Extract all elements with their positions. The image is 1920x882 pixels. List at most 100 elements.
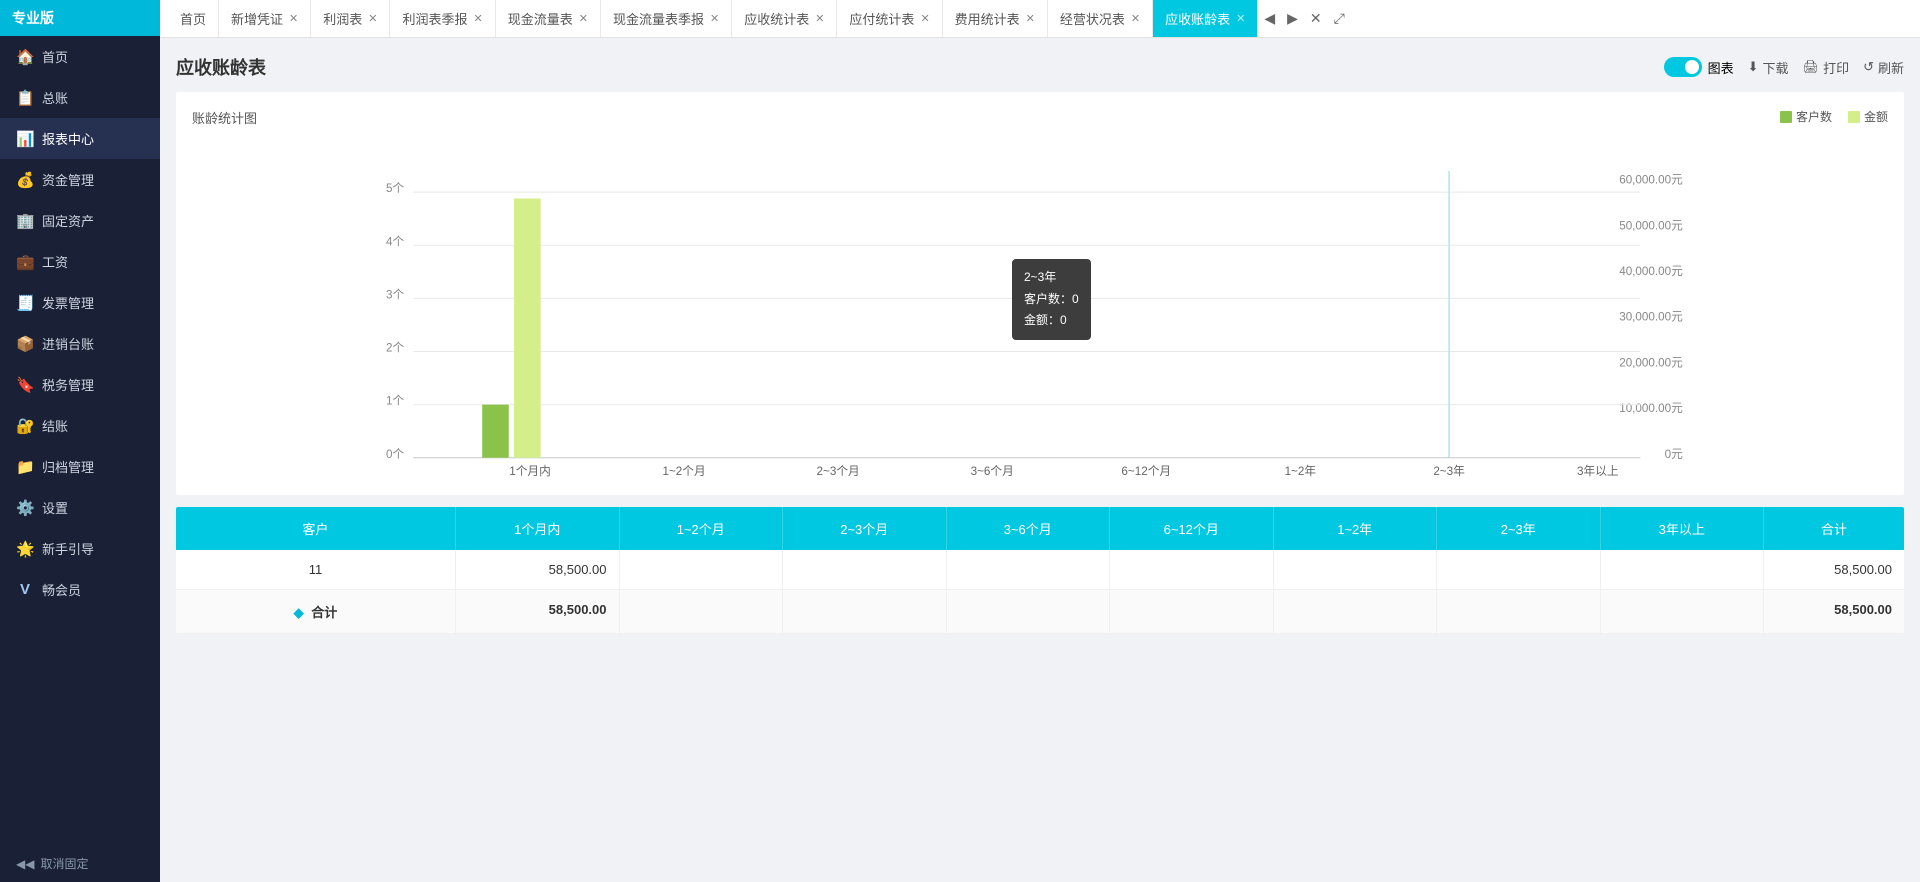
tab-profit[interactable]: 利润表 ✕ bbox=[311, 0, 390, 38]
td-total-m1: 58,500.00 bbox=[456, 590, 620, 633]
sidebar-item-archive[interactable]: 📁 归档管理 bbox=[0, 446, 160, 487]
tab-aging-close[interactable]: ✕ bbox=[1236, 12, 1245, 25]
chart-legend: 客户数 金额 bbox=[1780, 108, 1888, 125]
sidebar-item-label: 报表中心 bbox=[42, 129, 94, 148]
print-btn[interactable]: 🖨 打印 bbox=[1803, 58, 1850, 77]
page-content: 应收账龄表 图表 ⬇ 下载 🖨 打印 ↺ 刷新 bbox=[160, 38, 1920, 882]
bar-chart: 0个 1个 2个 3个 4个 5个 0元 10,000.00元 20,000.0… bbox=[192, 139, 1888, 479]
refresh-btn[interactable]: ↺ 刷新 bbox=[1863, 58, 1904, 77]
refresh-icon: ↺ bbox=[1863, 59, 1874, 75]
refresh-label: 刷新 bbox=[1878, 58, 1904, 77]
svg-text:1个: 1个 bbox=[386, 395, 404, 408]
download-icon: ⬇ bbox=[1748, 59, 1759, 75]
tab-expense-stat-close[interactable]: ✕ bbox=[1026, 12, 1035, 25]
salary-icon: 💼 bbox=[16, 253, 34, 271]
tab-payable-stat-close[interactable]: ✕ bbox=[920, 12, 929, 25]
tab-expand-btn[interactable]: ⤢ bbox=[1328, 10, 1351, 27]
total-icon: ◆ bbox=[294, 605, 304, 620]
sidebar-item-guide[interactable]: 🌟 新手引导 bbox=[0, 528, 160, 569]
svg-text:2个: 2个 bbox=[386, 342, 404, 355]
tab-profit-label: 利润表 bbox=[323, 9, 362, 28]
tab-voucher[interactable]: 新增凭证 ✕ bbox=[219, 0, 311, 38]
tab-cashflow-q-close[interactable]: ✕ bbox=[710, 12, 719, 25]
svg-text:6~12个月: 6~12个月 bbox=[1121, 465, 1171, 478]
tab-aging[interactable]: 应收账龄表 ✕ bbox=[1153, 0, 1258, 38]
svg-text:3个: 3个 bbox=[386, 288, 404, 301]
tab-profit-close[interactable]: ✕ bbox=[368, 12, 377, 25]
sidebar-item-ledger[interactable]: 📋 总账 bbox=[0, 77, 160, 118]
legend-customers: 客户数 bbox=[1780, 108, 1832, 125]
tab-expense-stat[interactable]: 费用统计表 ✕ bbox=[943, 0, 1048, 38]
th-m612: 6~12个月 bbox=[1110, 507, 1274, 550]
sidebar-item-salary[interactable]: 💼 工资 bbox=[0, 241, 160, 282]
download-btn[interactable]: ⬇ 下载 bbox=[1748, 58, 1789, 77]
svg-text:3年以上: 3年以上 bbox=[1577, 464, 1619, 478]
sidebar-item-closing[interactable]: 🔐 结账 bbox=[0, 405, 160, 446]
tab-cashflow-q[interactable]: 现金流量表季报 ✕ bbox=[601, 0, 732, 38]
td-total-sum: 58,500.00 bbox=[1764, 590, 1904, 633]
tab-cashflow[interactable]: 现金流量表 ✕ bbox=[496, 0, 601, 38]
td-customer: 11 bbox=[176, 550, 456, 589]
legend-customers-dot bbox=[1780, 111, 1792, 123]
sidebar-item-settings[interactable]: ⚙️ 设置 bbox=[0, 487, 160, 528]
td-total-y3plus bbox=[1601, 590, 1765, 633]
tax-icon: 🔖 bbox=[16, 376, 34, 394]
sidebar-item-funds[interactable]: 💰 资金管理 bbox=[0, 159, 160, 200]
svg-text:5个: 5个 bbox=[386, 182, 404, 195]
td-total-m12 bbox=[620, 590, 784, 633]
tab-receivable-stat-label: 应收统计表 bbox=[744, 9, 809, 28]
tab-next-btn[interactable]: ▶ bbox=[1281, 10, 1304, 27]
tab-profit-q[interactable]: 利润表季报 ✕ bbox=[390, 0, 495, 38]
print-icon: 🖨 bbox=[1803, 59, 1820, 75]
td-total: 58,500.00 bbox=[1764, 550, 1904, 589]
tab-cashflow-close[interactable]: ✕ bbox=[579, 12, 588, 25]
tab-business-stat-close[interactable]: ✕ bbox=[1131, 12, 1140, 25]
tab-voucher-close[interactable]: ✕ bbox=[289, 12, 298, 25]
td-y12 bbox=[1274, 550, 1438, 589]
td-total-m612 bbox=[1110, 590, 1274, 633]
sidebar-collapse-btn[interactable]: ◀◀ 取消固定 bbox=[0, 845, 160, 882]
guide-icon: 🌟 bbox=[16, 540, 34, 558]
sidebar-item-vip[interactable]: V 畅会员 bbox=[0, 569, 160, 610]
td-total-m23 bbox=[783, 590, 947, 633]
sidebar-item-reports[interactable]: 📊 报表中心 bbox=[0, 118, 160, 159]
sidebar-item-tax[interactable]: 🔖 税务管理 bbox=[0, 364, 160, 405]
svg-text:2~3个月: 2~3个月 bbox=[817, 465, 860, 478]
chart-toggle-wrap: 图表 bbox=[1664, 57, 1734, 77]
td-total-label: ◆ 合计 bbox=[176, 590, 456, 633]
vip-icon: V bbox=[16, 581, 34, 598]
chart-title: 账龄统计图 bbox=[192, 108, 1888, 127]
th-total: 合计 bbox=[1764, 507, 1904, 550]
chart-toggle[interactable] bbox=[1664, 57, 1702, 77]
tab-profit-q-close[interactable]: ✕ bbox=[474, 12, 483, 25]
sidebar-item-assets[interactable]: 🏢 固定资产 bbox=[0, 200, 160, 241]
tab-prev-btn[interactable]: ◀ bbox=[1258, 10, 1281, 27]
tab-payable-stat[interactable]: 应付统计表 ✕ bbox=[837, 0, 942, 38]
legend-amount-dot bbox=[1848, 111, 1860, 123]
closing-icon: 🔐 bbox=[16, 417, 34, 435]
chart-toggle-label: 图表 bbox=[1708, 58, 1734, 77]
sidebar-item-home[interactable]: 🏠 首页 bbox=[0, 36, 160, 77]
tab-home[interactable]: 首页 bbox=[168, 0, 219, 38]
sidebar-item-label: 总账 bbox=[42, 88, 68, 107]
tab-business-stat[interactable]: 经营状况表 ✕ bbox=[1048, 0, 1153, 38]
collapse-icon: ◀◀ bbox=[16, 857, 34, 871]
td-m612 bbox=[1110, 550, 1274, 589]
data-table: 客户 1个月内 1~2个月 2~3个月 3~6个月 6~12个月 1~2年 2~… bbox=[176, 507, 1904, 634]
td-total-m36 bbox=[947, 590, 1111, 633]
tab-close-all-btn[interactable]: ✕ bbox=[1304, 10, 1328, 27]
tab-receivable-stat-close[interactable]: ✕ bbox=[815, 12, 824, 25]
settings-icon: ⚙️ bbox=[16, 499, 34, 517]
svg-text:1个月内: 1个月内 bbox=[509, 464, 551, 478]
sidebar-item-label: 新手引导 bbox=[42, 539, 94, 558]
tab-receivable-stat[interactable]: 应收统计表 ✕ bbox=[732, 0, 837, 38]
tab-voucher-label: 新增凭证 bbox=[231, 9, 283, 28]
th-y12: 1~2年 bbox=[1274, 507, 1438, 550]
svg-text:0个: 0个 bbox=[386, 448, 404, 461]
tab-home-label: 首页 bbox=[180, 9, 206, 28]
th-m1: 1个月内 bbox=[456, 507, 620, 550]
sidebar-item-invoice[interactable]: 🧾 发票管理 bbox=[0, 282, 160, 323]
sidebar-item-sales[interactable]: 📦 进销台账 bbox=[0, 323, 160, 364]
funds-icon: 💰 bbox=[16, 171, 34, 189]
th-y3plus: 3年以上 bbox=[1601, 507, 1765, 550]
